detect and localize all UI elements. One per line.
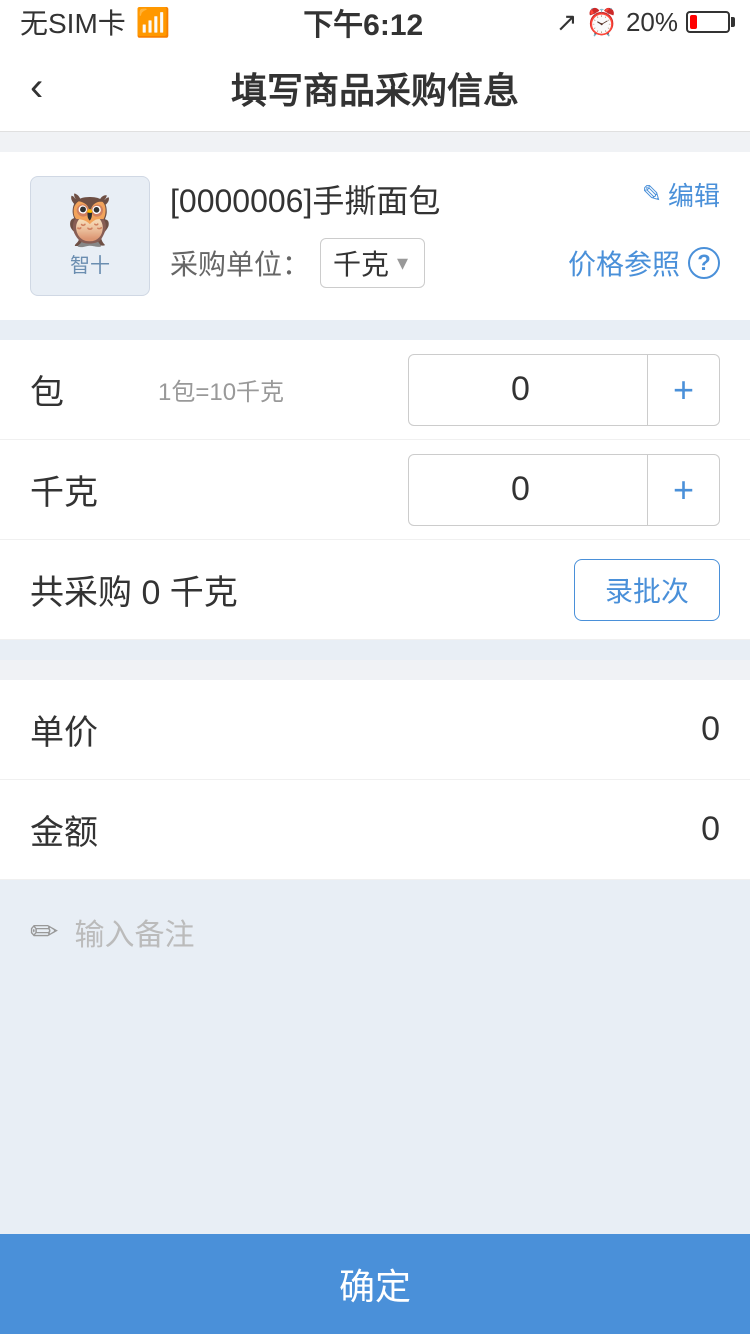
product-logo-text: 智十 bbox=[70, 249, 110, 278]
product-info: [0000006]手撕面包 ✎ 编辑 采购单位： 千克 ▾ 价格参照 ? bbox=[170, 176, 720, 288]
page-title: 填写商品采购信息 bbox=[231, 62, 519, 114]
alarm-icon: ⏰ bbox=[586, 7, 618, 38]
status-time: 下午6:12 bbox=[303, 0, 423, 44]
price-ref-button[interactable]: 价格参照 ? bbox=[568, 243, 720, 283]
bag-sublabel: 1包=10千克 bbox=[158, 372, 284, 407]
kg-row: 千克 + bbox=[0, 440, 750, 540]
status-right: ↗ ⏰ 20% bbox=[556, 7, 730, 38]
edit-label: 编辑 bbox=[668, 176, 720, 213]
unit-price-row: 单价 0 bbox=[0, 680, 750, 780]
battery-percent: 20% bbox=[626, 7, 678, 38]
kg-plus-button[interactable]: + bbox=[648, 454, 720, 526]
notes-icon: ✏ bbox=[30, 912, 59, 952]
bag-label: 包 bbox=[30, 365, 150, 414]
battery-icon bbox=[686, 11, 730, 33]
bag-quantity-input[interactable] bbox=[408, 354, 648, 426]
amount-label: 金额 bbox=[30, 805, 98, 854]
edit-button[interactable]: ✎ 编辑 bbox=[642, 176, 720, 213]
product-unit-row: 采购单位： 千克 ▾ 价格参照 ? bbox=[170, 238, 720, 288]
product-name: [0000006]手撕面包 bbox=[170, 176, 440, 222]
bag-input-field: + bbox=[408, 354, 720, 426]
amount-row: 金额 0 bbox=[0, 780, 750, 880]
status-bar: 无SIM卡 📶 下午6:12 ↗ ⏰ 20% bbox=[0, 0, 750, 44]
price-ref-label: 价格参照 bbox=[568, 243, 680, 283]
batch-button[interactable]: 录批次 bbox=[574, 559, 720, 621]
kg-quantity-input[interactable] bbox=[408, 454, 648, 526]
kg-label: 千克 bbox=[30, 465, 150, 514]
notes-placeholder: 输入备注 bbox=[75, 910, 195, 954]
product-image: 🦉 智十 bbox=[30, 176, 150, 296]
status-left: 无SIM卡 📶 bbox=[20, 2, 171, 42]
amount-value: 0 bbox=[701, 810, 720, 849]
nav-bar: ‹ 填写商品采购信息 bbox=[0, 44, 750, 132]
confirm-button[interactable]: 确定 bbox=[0, 1234, 750, 1334]
product-card: 🦉 智十 [0000006]手撕面包 ✎ 编辑 采购单位： 千克 ▾ 价格参照 … bbox=[0, 152, 750, 320]
section-divider-2 bbox=[0, 640, 750, 660]
back-button[interactable]: ‹ bbox=[30, 65, 90, 110]
quantity-section: 包 1包=10千克 + 千克 + bbox=[0, 340, 750, 540]
unit-select-arrow-icon: ▾ bbox=[397, 250, 408, 276]
bag-row: 包 1包=10千克 + bbox=[0, 340, 750, 440]
unit-price-label: 单价 bbox=[30, 705, 98, 754]
section-divider-1 bbox=[0, 320, 750, 340]
price-section: 单价 0 金额 0 bbox=[0, 680, 750, 880]
unit-price-value: 0 bbox=[701, 710, 720, 749]
unit-value: 千克 bbox=[333, 243, 389, 283]
product-logo-icon: 🦉 bbox=[59, 195, 121, 245]
summary-row: 共采购 0 千克 录批次 bbox=[0, 540, 750, 640]
notes-section[interactable]: ✏ 输入备注 bbox=[0, 880, 750, 984]
unit-label: 采购单位： bbox=[170, 243, 310, 283]
kg-input-field: + bbox=[408, 454, 720, 526]
unit-select[interactable]: 千克 ▾ bbox=[320, 238, 425, 288]
wifi-icon: 📶 bbox=[136, 6, 171, 39]
summary-text: 共采购 0 千克 bbox=[30, 565, 238, 614]
location-icon: ↗ bbox=[556, 7, 578, 38]
carrier-label: 无SIM卡 bbox=[20, 2, 126, 42]
edit-icon: ✎ bbox=[642, 180, 662, 209]
price-ref-help-icon: ? bbox=[688, 247, 720, 279]
bag-plus-button[interactable]: + bbox=[648, 354, 720, 426]
product-header: [0000006]手撕面包 ✎ 编辑 bbox=[170, 176, 720, 222]
